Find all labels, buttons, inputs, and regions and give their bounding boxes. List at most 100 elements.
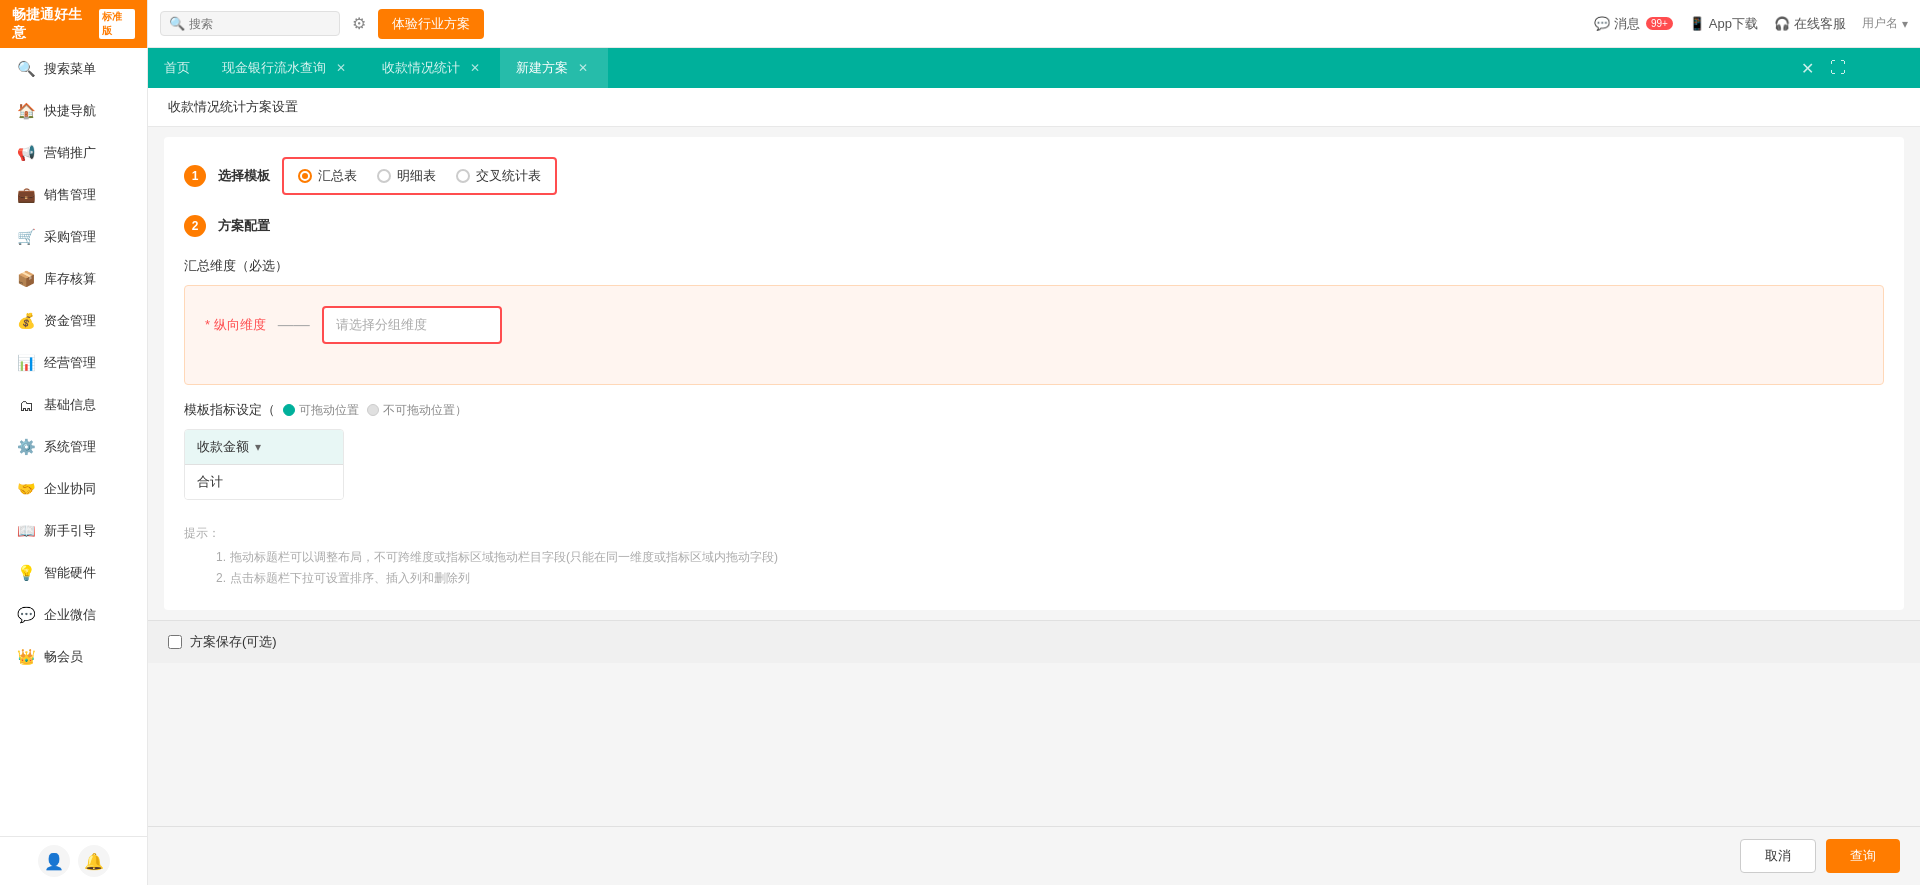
radio-summary-label: 汇总表 xyxy=(318,167,357,185)
chevron-down-icon: ▾ xyxy=(1902,17,1908,31)
sidebar-item-wechat[interactable]: 💬 企业微信 xyxy=(0,594,147,636)
sidebar-item-hardware[interactable]: 💡 智能硬件 xyxy=(0,552,147,594)
sidebar-item-label: 营销推广 xyxy=(44,144,96,162)
download-label: App下载 xyxy=(1709,15,1758,33)
sidebar-item-guide[interactable]: 📖 新手引导 xyxy=(0,510,147,552)
radio-detail[interactable]: 明细表 xyxy=(377,167,436,185)
radio-cross[interactable]: 交叉统计表 xyxy=(456,167,541,185)
movable-dot-inactive xyxy=(367,404,379,416)
dimension-arrow: —— xyxy=(278,316,310,334)
sidebar-item-home[interactable]: 🏠 快捷导航 xyxy=(0,90,147,132)
dimension-row: * 纵向维度 —— 请选择分组维度 xyxy=(205,306,1863,344)
search-icon: 🔍 xyxy=(16,60,36,78)
step2-label: 方案配置 xyxy=(218,217,270,235)
topbar: 🔍 ⚙ 体验行业方案 💬 消息 99+ 📱 App下载 🎧 在线客服 用户名 ▾ xyxy=(148,0,1920,48)
sidebar-item-label: 企业协同 xyxy=(44,480,96,498)
sidebar-item-search[interactable]: 🔍 搜索菜单 xyxy=(0,48,147,90)
query-button[interactable]: 查询 xyxy=(1826,839,1900,873)
user-area[interactable]: 用户名 ▾ xyxy=(1862,15,1908,32)
message-btn[interactable]: 💬 消息 99+ xyxy=(1594,15,1673,33)
basic-info-icon: 🗂 xyxy=(16,397,36,414)
sidebar-item-label: 畅会员 xyxy=(44,648,83,666)
sidebar-item-basic-info[interactable]: 🗂 基础信息 xyxy=(0,384,147,426)
sidebar-item-purchase[interactable]: 🛒 采购管理 xyxy=(0,216,147,258)
cancel-button[interactable]: 取消 xyxy=(1740,839,1816,873)
sidebar-item-sales[interactable]: 💼 销售管理 xyxy=(0,174,147,216)
sidebar: 畅捷通好生意 标准版 🔍 搜索菜单 🏠 快捷导航 📢 营销推广 💼 销售管理 🛒… xyxy=(0,0,148,885)
dimension-title: 汇总维度（必选） xyxy=(184,257,1884,275)
dimension-select-placeholder: 请选择分组维度 xyxy=(336,317,427,332)
tab-bank-flow-close[interactable]: ✕ xyxy=(332,59,350,77)
tabbar: 首页 现金银行流水查询 ✕ 收款情况统计 ✕ 新建方案 ✕ ✕ ⛶ xyxy=(148,48,1920,88)
tab-bank-flow-label: 现金银行流水查询 xyxy=(222,59,326,77)
sidebar-bottom-btn1[interactable]: 👤 xyxy=(38,845,70,877)
tab-home[interactable]: 首页 xyxy=(148,48,206,88)
sidebar-item-enterprise[interactable]: 🤝 企业协同 xyxy=(0,468,147,510)
indicator-total-text: 合计 xyxy=(197,474,223,489)
sidebar-bottom-btn2[interactable]: 🔔 xyxy=(78,845,110,877)
unmovable-tag: 不可拖动位置） xyxy=(367,402,467,419)
sidebar-item-label: 销售管理 xyxy=(44,186,96,204)
tab-maximize-icon[interactable]: ⛶ xyxy=(1824,55,1852,81)
tab-receipts[interactable]: 收款情况统计 ✕ xyxy=(366,48,500,88)
sidebar-item-inventory[interactable]: 📦 库存核算 xyxy=(0,258,147,300)
search-input[interactable] xyxy=(189,17,329,31)
system-icon: ⚙️ xyxy=(16,438,36,456)
settings-icon[interactable]: ⚙ xyxy=(348,10,370,37)
message-badge: 99+ xyxy=(1646,17,1673,30)
home-icon: 🏠 xyxy=(16,102,36,120)
tab-new-plan-close[interactable]: ✕ xyxy=(574,59,592,77)
radio-summary[interactable]: 汇总表 xyxy=(298,167,357,185)
radio-summary-circle xyxy=(298,169,312,183)
sidebar-item-marketing[interactable]: 📢 营销推广 xyxy=(0,132,147,174)
step2-number: 2 xyxy=(184,215,206,237)
logo-text: 畅捷通好生意 xyxy=(12,6,95,42)
sidebar-logo: 畅捷通好生意 标准版 xyxy=(0,0,147,48)
vertical-dim-label: * 纵向维度 xyxy=(205,316,266,334)
finance-icon: 💰 xyxy=(16,312,36,330)
download-icon: 📱 xyxy=(1689,16,1705,31)
wechat-icon: 💬 xyxy=(16,606,36,624)
sidebar-item-label: 新手引导 xyxy=(44,522,96,540)
sidebar-item-member[interactable]: 👑 畅会员 xyxy=(0,636,147,678)
footer: 取消 查询 xyxy=(148,826,1920,885)
tab-close-all-icon[interactable]: ✕ xyxy=(1795,55,1820,82)
tabbar-actions: ✕ ⛶ xyxy=(1795,48,1860,88)
dimension-area: * 纵向维度 —— 请选择分组维度 xyxy=(184,285,1884,385)
save-checkbox[interactable] xyxy=(168,635,182,649)
indicator-table-header: 收款金额 ▾ xyxy=(185,430,343,465)
download-btn[interactable]: 📱 App下载 xyxy=(1689,15,1758,33)
movable-tag: 可拖动位置 xyxy=(283,402,359,419)
dimension-select[interactable]: 请选择分组维度 xyxy=(322,306,502,344)
message-label: 消息 xyxy=(1614,15,1640,33)
indicator-header-text: 收款金额 xyxy=(197,438,249,456)
content-area: 收款情况统计方案设置 1 选择模板 汇总表 明细表 xyxy=(148,88,1920,826)
sidebar-item-label: 库存核算 xyxy=(44,270,96,288)
tab-bank-flow[interactable]: 现金银行流水查询 ✕ xyxy=(206,48,366,88)
topbar-right: 💬 消息 99+ 📱 App下载 🎧 在线客服 用户名 ▾ xyxy=(1594,15,1908,33)
form-section: 1 选择模板 汇总表 明细表 交叉统计表 xyxy=(164,137,1904,610)
search-box[interactable]: 🔍 xyxy=(160,11,340,36)
chevron-down-icon[interactable]: ▾ xyxy=(255,440,261,454)
tab-receipts-close[interactable]: ✕ xyxy=(466,59,484,77)
sidebar-item-label: 智能硬件 xyxy=(44,564,96,582)
industry-button[interactable]: 体验行业方案 xyxy=(378,9,484,39)
logo-badge: 标准版 xyxy=(99,9,135,39)
radio-detail-circle xyxy=(377,169,391,183)
indicator-title: 模板指标设定（ xyxy=(184,401,275,419)
sidebar-item-management[interactable]: 📊 经营管理 xyxy=(0,342,147,384)
service-label: 在线客服 xyxy=(1794,15,1846,33)
enterprise-icon: 🤝 xyxy=(16,480,36,498)
tab-new-plan[interactable]: 新建方案 ✕ xyxy=(500,48,608,88)
radio-cross-circle xyxy=(456,169,470,183)
sidebar-item-finance[interactable]: 💰 资金管理 xyxy=(0,300,147,342)
sidebar-item-label: 快捷导航 xyxy=(44,102,96,120)
sidebar-item-system[interactable]: ⚙️ 系统管理 xyxy=(0,426,147,468)
indicator-table-total: 合计 xyxy=(185,465,343,499)
message-icon: 💬 xyxy=(1594,16,1610,31)
radio-detail-label: 明细表 xyxy=(397,167,436,185)
search-icon: 🔍 xyxy=(169,16,185,31)
step1-label: 选择模板 xyxy=(218,167,270,185)
service-btn[interactable]: 🎧 在线客服 xyxy=(1774,15,1846,33)
indicator-table: 收款金额 ▾ 合计 xyxy=(184,429,344,500)
